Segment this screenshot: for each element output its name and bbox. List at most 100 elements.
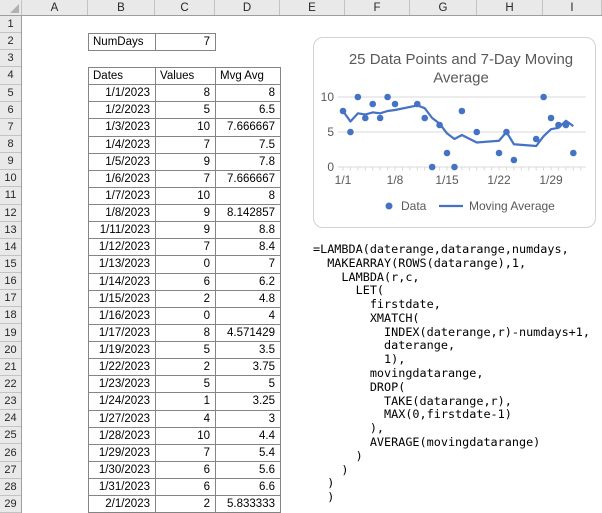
row-header-20[interactable]: 20 <box>0 342 21 359</box>
cell-date[interactable]: 1/29/2023 <box>89 444 156 462</box>
cell-date[interactable]: 1/2/2023 <box>89 102 156 120</box>
row-header-13[interactable]: 13 <box>0 222 21 239</box>
cell-avg[interactable]: 7.666667 <box>216 170 281 188</box>
row-header-17[interactable]: 17 <box>0 290 21 308</box>
cell-avg[interactable]: 7.666667 <box>216 119 281 137</box>
cell-date[interactable]: 1/28/2023 <box>89 427 156 445</box>
column-header-values[interactable]: Values <box>156 68 216 86</box>
column-header-mvgavg[interactable]: Mvg Avg <box>216 68 281 86</box>
row-header-12[interactable]: 12 <box>0 205 21 222</box>
cell-value[interactable]: 0 <box>156 256 216 274</box>
cell-avg[interactable]: 8 <box>216 85 281 103</box>
cell-value[interactable]: 7 <box>156 170 216 188</box>
row-header-25[interactable]: 25 <box>0 427 21 445</box>
column-header-F[interactable]: F <box>345 0 410 15</box>
cell-numdays-label[interactable]: NumDays <box>89 34 156 52</box>
cell-value[interactable]: 1 <box>156 393 216 411</box>
cell-date[interactable]: 1/16/2023 <box>89 307 156 325</box>
cell-value[interactable]: 10 <box>156 119 216 137</box>
cell-date[interactable]: 2/1/2023 <box>89 496 156 513</box>
cell-avg[interactable]: 6.5 <box>216 102 281 120</box>
cell-avg[interactable]: 3 <box>216 410 281 428</box>
row-header-19[interactable]: 19 <box>0 324 21 342</box>
cell-avg[interactable]: 4 <box>216 307 281 325</box>
row-header-23[interactable]: 23 <box>0 393 21 411</box>
cell-avg[interactable]: 4.8 <box>216 290 281 308</box>
select-all-corner[interactable] <box>0 0 22 15</box>
cell-value[interactable]: 10 <box>156 427 216 445</box>
column-header-E[interactable]: E <box>280 0 345 15</box>
row-header-14[interactable]: 14 <box>0 239 21 256</box>
cell-avg[interactable]: 5.6 <box>216 461 281 479</box>
cell-avg[interactable]: 3.5 <box>216 342 281 360</box>
cell-avg[interactable]: 7.5 <box>216 136 281 154</box>
cell-date[interactable]: 1/11/2023 <box>89 222 156 240</box>
row-header-5[interactable]: 5 <box>0 85 21 102</box>
row-header-16[interactable]: 16 <box>0 273 21 291</box>
cell-value[interactable]: 9 <box>156 222 216 240</box>
cell-value[interactable]: 8 <box>156 324 216 342</box>
cell-date[interactable]: 1/23/2023 <box>89 376 156 394</box>
row-header-9[interactable]: 9 <box>0 153 21 171</box>
cell-date[interactable]: 1/17/2023 <box>89 324 156 342</box>
cell-value[interactable]: 6 <box>156 479 216 497</box>
cell-date[interactable]: 1/14/2023 <box>89 273 156 291</box>
cell-avg[interactable]: 6.6 <box>216 479 281 497</box>
cell-avg[interactable]: 4.571429 <box>216 324 281 342</box>
cell-avg[interactable]: 3.75 <box>216 359 281 377</box>
row-header-24[interactable]: 24 <box>0 410 21 428</box>
cell-value[interactable]: 5 <box>156 342 216 360</box>
row-header-1[interactable]: 1 <box>0 16 21 34</box>
cell-avg[interactable]: 6.2 <box>216 273 281 291</box>
row-header-28[interactable]: 28 <box>0 479 21 496</box>
cell-value[interactable]: 6 <box>156 461 216 479</box>
row-header-22[interactable]: 22 <box>0 376 21 394</box>
cell-value[interactable]: 10 <box>156 187 216 205</box>
cell-date[interactable]: 1/3/2023 <box>89 119 156 137</box>
row-header-27[interactable]: 27 <box>0 462 21 479</box>
row-header-2[interactable]: 2 <box>0 33 21 51</box>
column-header-C[interactable]: C <box>155 0 215 15</box>
column-header-A[interactable]: A <box>22 0 88 15</box>
cell-avg[interactable]: 4.4 <box>216 427 281 445</box>
row-header-10[interactable]: 10 <box>0 170 21 188</box>
cell-avg[interactable]: 8.142857 <box>216 205 281 223</box>
cell-value[interactable]: 4 <box>156 410 216 428</box>
cell-value[interactable]: 2 <box>156 496 216 513</box>
cell-date[interactable]: 1/12/2023 <box>89 239 156 257</box>
cell-avg[interactable]: 8 <box>216 187 281 205</box>
cell-avg[interactable]: 5.833333 <box>216 496 281 513</box>
cell-value[interactable]: 9 <box>156 205 216 223</box>
cell-value[interactable]: 2 <box>156 359 216 377</box>
cell-date[interactable]: 1/15/2023 <box>89 290 156 308</box>
row-header-4[interactable]: 4 <box>0 67 21 85</box>
cell-value[interactable]: 7 <box>156 444 216 462</box>
cell-value[interactable]: 7 <box>156 239 216 257</box>
cell-date[interactable]: 1/19/2023 <box>89 342 156 360</box>
row-header-11[interactable]: 11 <box>0 187 21 205</box>
cell-avg[interactable]: 5 <box>216 376 281 394</box>
cell-value[interactable]: 5 <box>156 376 216 394</box>
column-header-G[interactable]: G <box>410 0 477 15</box>
cell-avg[interactable]: 3.25 <box>216 393 281 411</box>
cell-avg[interactable]: 7 <box>216 256 281 274</box>
cell-date[interactable]: 1/30/2023 <box>89 461 156 479</box>
row-header-18[interactable]: 18 <box>0 307 21 325</box>
row-header-7[interactable]: 7 <box>0 119 21 136</box>
cell-avg[interactable]: 8.8 <box>216 222 281 240</box>
cell-date[interactable]: 1/31/2023 <box>89 479 156 497</box>
cell-value[interactable]: 6 <box>156 273 216 291</box>
cell-date[interactable]: 1/27/2023 <box>89 410 156 428</box>
cell-date[interactable]: 1/13/2023 <box>89 256 156 274</box>
cell-avg[interactable]: 7.8 <box>216 153 281 171</box>
cell-value[interactable]: 7 <box>156 136 216 154</box>
row-header-8[interactable]: 8 <box>0 136 21 154</box>
cell-value[interactable]: 9 <box>156 153 216 171</box>
cell-value[interactable]: 2 <box>156 290 216 308</box>
column-header-dates[interactable]: Dates <box>89 68 156 86</box>
cell-date[interactable]: 1/22/2023 <box>89 359 156 377</box>
cell-value[interactable]: 8 <box>156 85 216 103</box>
cell-date[interactable]: 1/8/2023 <box>89 205 156 223</box>
cell-date[interactable]: 1/7/2023 <box>89 187 156 205</box>
cell-avg[interactable]: 5.4 <box>216 444 281 462</box>
